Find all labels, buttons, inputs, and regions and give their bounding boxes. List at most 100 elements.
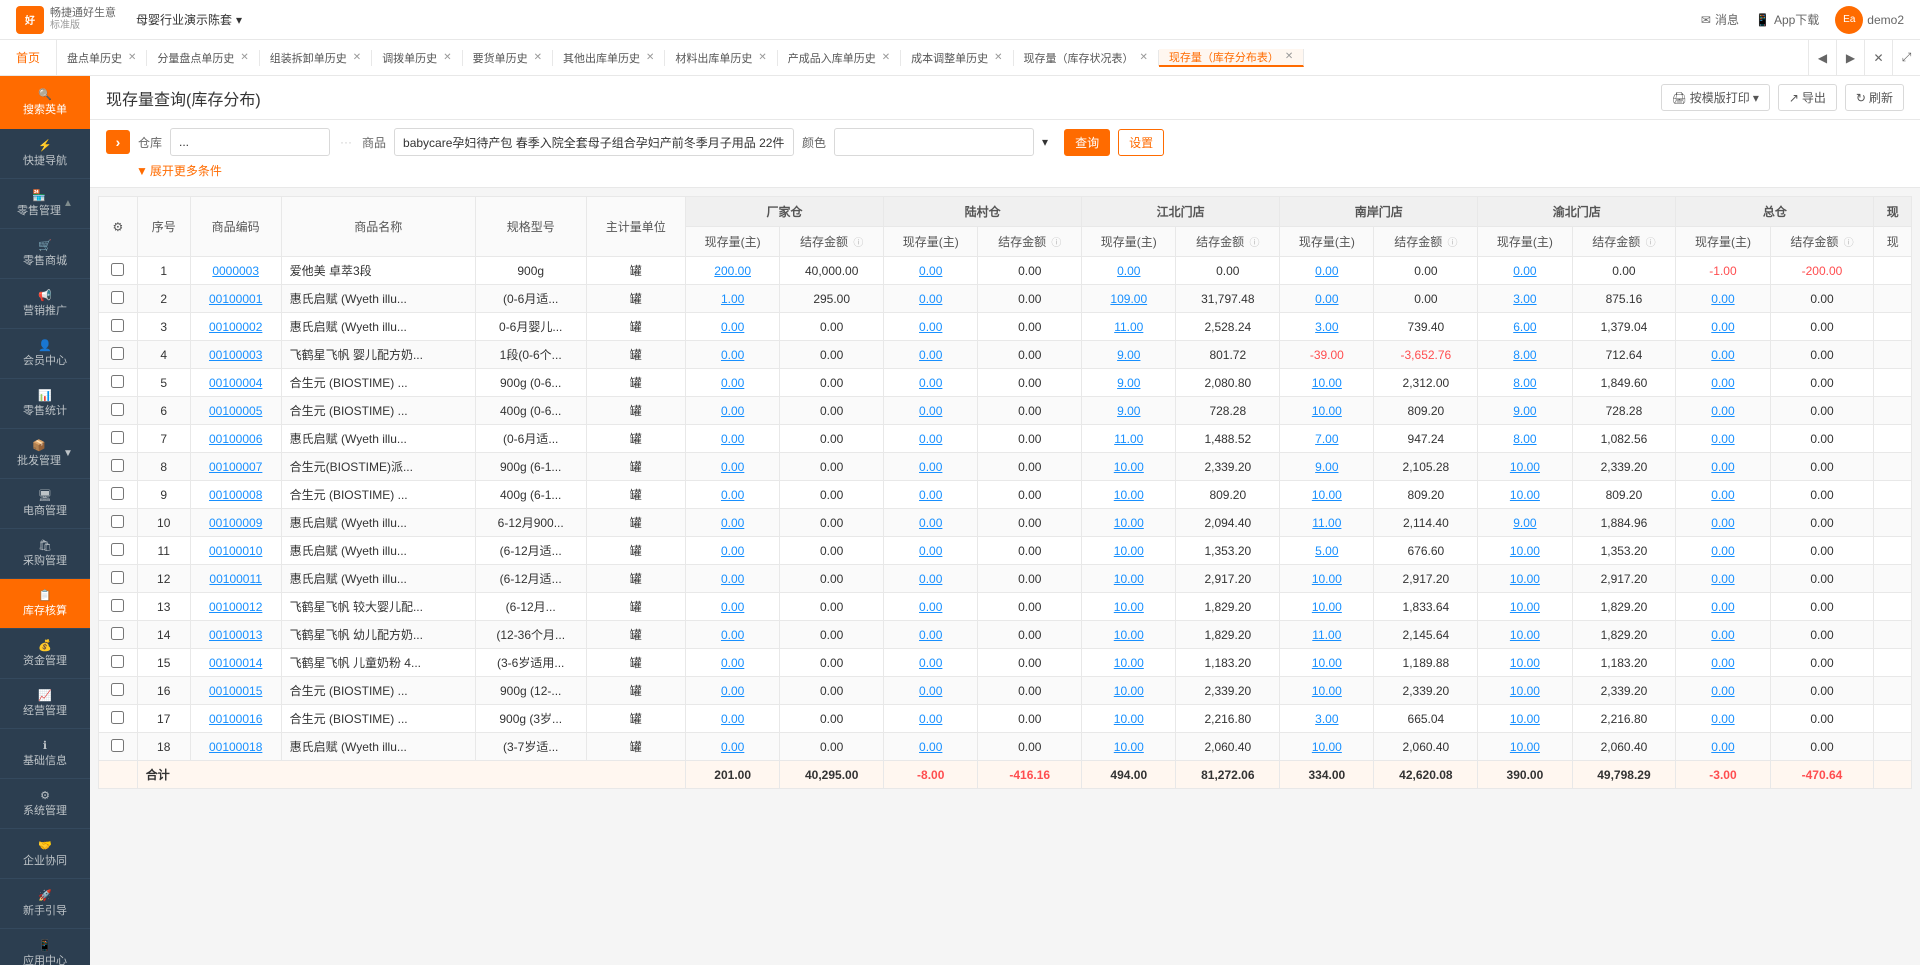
cell-total-amount: 0.00	[1770, 369, 1874, 397]
app-download-btn[interactable]: 📱 App下载	[1755, 11, 1819, 28]
sidebar-item-system[interactable]: ⚙ 系统管理	[0, 779, 90, 829]
cell-checkbox[interactable]	[99, 621, 138, 649]
print-btn[interactable]: 🖨 按模版打印 ▾	[1661, 84, 1770, 111]
cell-nanan-amount: 0.00	[1374, 285, 1478, 313]
tab-pandian[interactable]: 盘点单历史 ✕	[57, 50, 147, 66]
sidebar-item-enterprise[interactable]: 🤝 企业协同	[0, 829, 90, 879]
nav-prev-arrow[interactable]: ◀	[1808, 40, 1836, 75]
cell-no: 3	[137, 313, 190, 341]
cell-nanan-stock: 10.00	[1280, 397, 1374, 425]
cell-name: 合生元 (BIOSTIME) ...	[281, 705, 475, 733]
close-icon[interactable]: ✕	[1285, 51, 1293, 62]
col-settings[interactable]: ⚙	[99, 197, 138, 257]
cell-checkbox[interactable]	[99, 509, 138, 537]
cell-checkbox[interactable]	[99, 593, 138, 621]
goods-input[interactable]	[394, 128, 794, 156]
close-icon[interactable]: ✕	[758, 52, 766, 63]
cell-checkbox[interactable]	[99, 313, 138, 341]
cell-checkbox[interactable]	[99, 397, 138, 425]
sidebar-item-operations[interactable]: 📈 经营管理	[0, 679, 90, 729]
sidebar-item-purchase[interactable]: 🛍 采购管理	[0, 529, 90, 579]
close-icon[interactable]: ✕	[353, 52, 361, 63]
tab-xiancunzhuang[interactable]: 现存量（库存状况表）✕	[1014, 50, 1159, 66]
cell-code: 00100002	[190, 313, 281, 341]
cell-checkbox[interactable]	[99, 733, 138, 761]
cell-extra	[1874, 257, 1912, 285]
tab-xiancunfenbu[interactable]: 现存量（库存分布表）✕	[1159, 49, 1304, 67]
sidebar-item-retail-store[interactable]: 🛒 零售商城	[0, 229, 90, 279]
cell-checkbox[interactable]	[99, 369, 138, 397]
cell-nanan-stock: 3.00	[1280, 705, 1374, 733]
expand-conditions-btn[interactable]: ▼ 展开更多条件	[136, 162, 1904, 179]
summary-land-stock: -8.00	[884, 761, 978, 789]
close-icon[interactable]: ✕	[882, 52, 890, 63]
cell-checkbox[interactable]	[99, 257, 138, 285]
tab-chenbenjiaozheng[interactable]: 成本调整单历史 ✕	[901, 50, 1013, 66]
close-icon[interactable]: ✕	[994, 52, 1002, 63]
nav-expand-btn[interactable]: ⤢	[1892, 40, 1920, 75]
cell-factory-amount: 0.00	[780, 481, 884, 509]
close-icon[interactable]: ✕	[240, 52, 248, 63]
tab-home[interactable]: 首页	[0, 40, 57, 75]
guide-icon: 🚀	[4, 889, 86, 902]
close-icon[interactable]: ✕	[534, 52, 542, 63]
sidebar-item-member[interactable]: 👤 会员中心	[0, 329, 90, 379]
cell-jiangbei-stock: 10.00	[1082, 621, 1176, 649]
close-icon[interactable]: ✕	[443, 52, 451, 63]
cell-unit: 罐	[586, 565, 685, 593]
sidebar-item-guide[interactable]: 🚀 新手引导	[0, 879, 90, 929]
cell-checkbox[interactable]	[99, 285, 138, 313]
color-input[interactable]	[834, 128, 1034, 156]
cell-checkbox[interactable]	[99, 537, 138, 565]
cell-checkbox[interactable]	[99, 705, 138, 733]
tab-fenpandian[interactable]: 分量盘点单历史 ✕	[147, 50, 259, 66]
cell-name: 合生元 (BIOSTIME) ...	[281, 677, 475, 705]
tab-qitachuku[interactable]: 其他出库单历史 ✕	[553, 50, 665, 66]
sidebar-item-ecommerce[interactable]: 🖥 电商管理	[0, 479, 90, 529]
sidebar-item-finance[interactable]: 💰 资金管理	[0, 629, 90, 679]
sidebar-item-retail-mgmt[interactable]: 🏪 零售管理 ▲	[0, 179, 90, 229]
sidebar-item-retail-stats[interactable]: 📊 零售统计	[0, 379, 90, 429]
export-btn[interactable]: ↗ 导出	[1778, 84, 1837, 111]
settings-icon[interactable]: ⚙	[112, 220, 123, 234]
sidebar-item-basic-info[interactable]: ℹ 基础信息	[0, 729, 90, 779]
messages-btn[interactable]: ✉ 消息	[1701, 11, 1739, 28]
tab-zuzhuang[interactable]: 组装拆卸单历史 ✕	[260, 50, 372, 66]
cell-checkbox[interactable]	[99, 481, 138, 509]
warehouse-input[interactable]	[170, 128, 330, 156]
sidebar-item-wholesale[interactable]: 📦 批发管理 ▼	[0, 429, 90, 479]
sidebar-item-inventory[interactable]: 📋 库存核算	[0, 579, 90, 629]
cell-total-stock: 0.00	[1676, 649, 1770, 677]
cell-checkbox[interactable]	[99, 453, 138, 481]
close-icon[interactable]: ✕	[128, 52, 136, 63]
nav-next-arrow[interactable]: ▶	[1836, 40, 1864, 75]
refresh-btn[interactable]: ↻ 刷新	[1845, 84, 1904, 111]
cell-land-amount: 0.00	[978, 621, 1082, 649]
filter-toggle-btn[interactable]: ›	[106, 130, 130, 154]
sidebar-item-quick-nav[interactable]: ⚡ 快捷导航	[0, 129, 90, 179]
industry-dropdown[interactable]: 母婴行业演示陈套 ▾	[136, 11, 242, 28]
cell-no: 7	[137, 425, 190, 453]
cell-checkbox[interactable]	[99, 425, 138, 453]
cell-nanan-amount: 1,189.88	[1374, 649, 1478, 677]
nav-close-all-btn[interactable]: ✕	[1864, 40, 1892, 75]
tab-cailiaochuku[interactable]: 材料出库单历史 ✕	[665, 50, 777, 66]
col-jiangbei-stock-sub: 现存量(主)	[1082, 227, 1176, 257]
tab-chengpinruku[interactable]: 产成品入库单历史 ✕	[778, 50, 901, 66]
user-profile[interactable]: Ea demo2	[1835, 6, 1904, 34]
tab-yaohuo[interactable]: 要货单历史 ✕	[463, 50, 553, 66]
sidebar-item-search[interactable]: 🔍 搜索英单	[0, 76, 90, 129]
close-icon[interactable]: ✕	[646, 52, 654, 63]
sidebar-item-app-center[interactable]: 📱 应用中心	[0, 929, 90, 965]
cell-nanan-stock: 10.00	[1280, 733, 1374, 761]
cell-checkbox[interactable]	[99, 677, 138, 705]
tab-diaobo[interactable]: 调拨单历史 ✕	[372, 50, 462, 66]
cell-checkbox[interactable]	[99, 649, 138, 677]
close-icon[interactable]: ✕	[1140, 52, 1148, 63]
settings-btn[interactable]: 设置	[1118, 129, 1164, 156]
query-btn[interactable]: 查询	[1064, 129, 1110, 156]
cell-land-amount: 0.00	[978, 397, 1082, 425]
sidebar-item-marketing[interactable]: 📢 营销推广	[0, 279, 90, 329]
cell-checkbox[interactable]	[99, 341, 138, 369]
cell-checkbox[interactable]	[99, 565, 138, 593]
